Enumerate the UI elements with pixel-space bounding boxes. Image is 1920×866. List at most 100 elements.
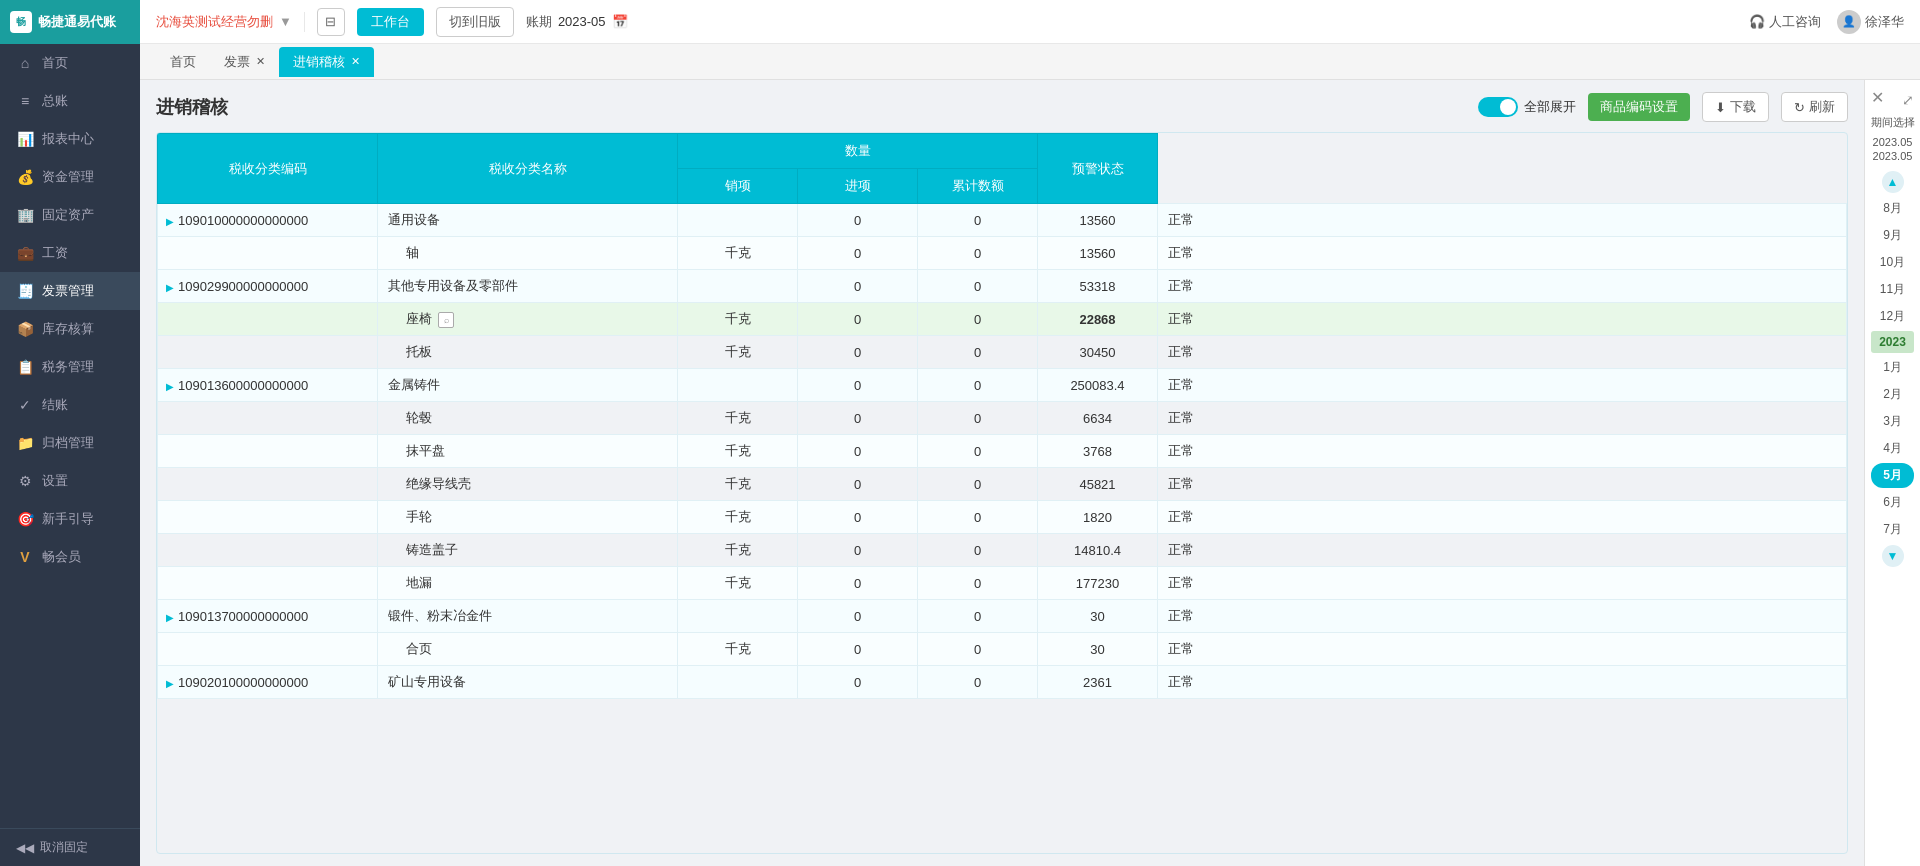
period-prev-nav[interactable]: ▲ xyxy=(1882,171,1904,193)
period-month-item[interactable]: 2023 xyxy=(1871,331,1914,353)
tabbar: 首页 发票 ✕ 进销稽核 ✕ xyxy=(140,44,1920,80)
sidebar-label-settings: 设置 xyxy=(42,472,68,490)
cell-code xyxy=(158,402,378,435)
cell-name: 锻件、粉末冶金件 xyxy=(378,600,678,633)
cell-sale: 0 xyxy=(798,402,918,435)
cell-status: 正常 xyxy=(1158,435,1847,468)
refresh-icon: ↻ xyxy=(1794,100,1805,115)
tax-icon: 📋 xyxy=(16,359,34,375)
cell-sale: 0 xyxy=(798,270,918,303)
sidebar-item-inventory[interactable]: 📦 库存核算 xyxy=(0,310,140,348)
cell-name: 地漏 xyxy=(378,567,678,600)
sidebar-item-capital[interactable]: 💰 资金管理 xyxy=(0,158,140,196)
period-month-item[interactable]: 3月 xyxy=(1871,409,1914,434)
sidebar-label-asset: 固定资产 xyxy=(42,206,94,224)
page-title: 进销稽核 xyxy=(156,95,228,119)
sidebar-item-asset[interactable]: 🏢 固定资产 xyxy=(0,196,140,234)
tab-invoice[interactable]: 发票 ✕ xyxy=(210,47,279,77)
period-month-item[interactable]: 2月 xyxy=(1871,382,1914,407)
product-code-btn[interactable]: 商品编码设置 xyxy=(1588,93,1690,121)
period-month-item[interactable]: 1月 xyxy=(1871,355,1914,380)
sidebar-item-guide[interactable]: 🎯 新手引导 xyxy=(0,500,140,538)
sidebar-item-report[interactable]: 📊 报表中心 xyxy=(0,120,140,158)
ledger-icon: ≡ xyxy=(16,93,34,109)
cell-code xyxy=(158,633,378,666)
refresh-btn[interactable]: ↻ 刷新 xyxy=(1781,92,1848,122)
cell-code xyxy=(158,336,378,369)
cell-unit: 千克 xyxy=(678,633,798,666)
period-month-item[interactable]: 12月 xyxy=(1871,304,1914,329)
logo-text: 畅捷通易代账 xyxy=(38,13,116,31)
period-next-nav[interactable]: ▼ xyxy=(1882,545,1904,567)
user-menu[interactable]: 👤 徐泽华 xyxy=(1837,10,1904,34)
sidebar-item-settings[interactable]: ⚙ 设置 xyxy=(0,462,140,500)
sidebar-item-home[interactable]: ⌂ 首页 xyxy=(0,44,140,82)
user-icon: 👤 xyxy=(1837,10,1861,34)
content-area: 进销稽核 全部展开 商品编码设置 ⬇ 下载 ↻ 刷新 xyxy=(140,80,1864,866)
tab-home[interactable]: 首页 xyxy=(156,47,210,77)
cell-purchase: 0 xyxy=(918,468,1038,501)
support-button[interactable]: 🎧 人工咨询 xyxy=(1749,13,1821,31)
sidebar-item-ledger[interactable]: ≡ 总账 xyxy=(0,82,140,120)
sidebar-item-settle[interactable]: ✓ 结账 xyxy=(0,386,140,424)
period-month-item[interactable]: 5月 xyxy=(1871,463,1914,488)
period-month-item[interactable]: 6月 xyxy=(1871,490,1914,515)
sidebar-unpin[interactable]: ◀◀ 取消固定 xyxy=(0,828,140,866)
sidebar-label-home: 首页 xyxy=(42,54,68,72)
cell-status: 正常 xyxy=(1158,336,1847,369)
cell-sale: 0 xyxy=(798,633,918,666)
right-period-panel: ✕ ⤢ 期间选择 2023.05 2023.05 ▲ 8月9月10月11月12月… xyxy=(1864,80,1920,866)
period-label: 账期 xyxy=(526,13,552,31)
cell-purchase: 0 xyxy=(918,270,1038,303)
save-button[interactable]: ⊟ xyxy=(317,8,345,36)
expand-all-toggle[interactable] xyxy=(1478,97,1518,117)
tab-reconcile[interactable]: 进销稽核 ✕ xyxy=(279,47,374,77)
sidebar-item-archive[interactable]: 📁 归档管理 xyxy=(0,424,140,462)
expand-all-label: 全部展开 xyxy=(1524,98,1576,116)
expand-icon[interactable]: ▶ xyxy=(166,612,174,623)
period-month-item[interactable]: 9月 xyxy=(1871,223,1914,248)
download-btn[interactable]: ⬇ 下载 xyxy=(1702,92,1769,122)
calendar-icon[interactable]: 📅 xyxy=(612,14,628,29)
cell-sale: 0 xyxy=(798,600,918,633)
period-panel-title: 期间选择 xyxy=(1871,115,1915,130)
sidebar-item-salary[interactable]: 💼 工资 xyxy=(0,234,140,272)
period-month-item[interactable]: 11月 xyxy=(1871,277,1914,302)
period-month-item[interactable]: 10月 xyxy=(1871,250,1914,275)
sidebar-item-member[interactable]: V 畅会员 xyxy=(0,538,140,576)
tab-invoice-close[interactable]: ✕ xyxy=(256,55,265,68)
expand-icon[interactable]: ▶ xyxy=(166,381,174,392)
refresh-label: 刷新 xyxy=(1809,98,1835,116)
cell-total: 30 xyxy=(1038,633,1158,666)
cell-name: 合页 xyxy=(378,633,678,666)
sidebar-item-invoice[interactable]: 🧾 发票管理 xyxy=(0,272,140,310)
period-month-item[interactable]: 4月 xyxy=(1871,436,1914,461)
cell-sale: 0 xyxy=(798,567,918,600)
expand-icon[interactable]: ▶ xyxy=(166,282,174,293)
user-name: 徐泽华 xyxy=(1865,13,1904,31)
cell-status: 正常 xyxy=(1158,270,1847,303)
old-version-button[interactable]: 切到旧版 xyxy=(436,7,514,37)
search-icon[interactable]: ⌕ xyxy=(438,312,454,328)
expand-icon[interactable]: ▶ xyxy=(166,678,174,689)
cell-unit xyxy=(678,204,798,237)
expand-panel-button[interactable]: ⤢ xyxy=(1902,92,1914,108)
cell-name: 手轮 xyxy=(378,501,678,534)
expand-icon[interactable]: ▶ xyxy=(166,216,174,227)
workbench-button[interactable]: 工作台 xyxy=(357,8,424,36)
cell-purchase: 0 xyxy=(918,303,1038,336)
topbar: 沈海英测试经营勿删 ▼ ⊟ 工作台 切到旧版 账期 2023-05 📅 🎧 人工… xyxy=(140,0,1920,44)
company-selector[interactable]: 沈海英测试经营勿删 ▼ xyxy=(156,13,292,31)
tab-reconcile-close[interactable]: ✕ xyxy=(351,55,360,68)
cell-purchase: 0 xyxy=(918,600,1038,633)
divider-1 xyxy=(304,12,305,32)
cell-name: 轴 xyxy=(378,237,678,270)
cell-total: 2361 xyxy=(1038,666,1158,699)
period-month-item[interactable]: 7月 xyxy=(1871,517,1914,542)
cell-code: ▶109013600000000000 xyxy=(158,369,378,402)
period-month-item[interactable]: 8月 xyxy=(1871,196,1914,221)
close-panel-button[interactable]: ✕ xyxy=(1871,88,1884,107)
sidebar-item-tax[interactable]: 📋 税务管理 xyxy=(0,348,140,386)
member-icon: V xyxy=(16,549,34,565)
sidebar-label-salary: 工资 xyxy=(42,244,68,262)
